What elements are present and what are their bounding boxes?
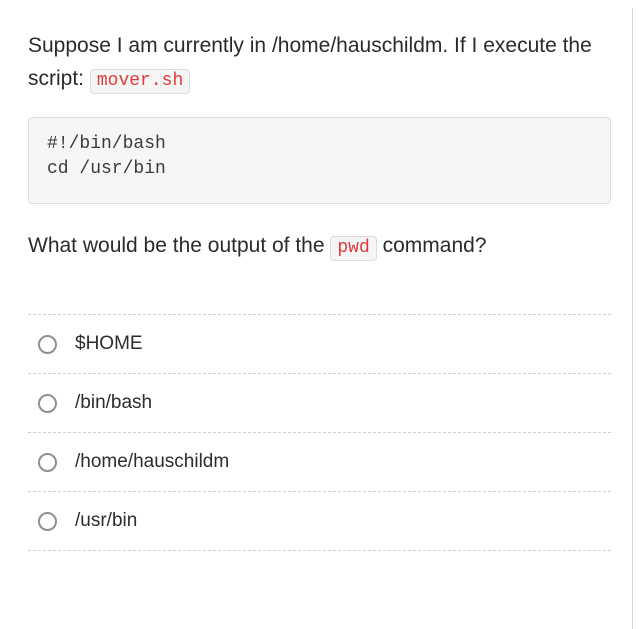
inline-command-code: pwd [330, 236, 376, 261]
options-list: $HOME /bin/bash /home/hauschildm /usr/bi… [28, 314, 611, 551]
radio-icon[interactable] [38, 335, 57, 354]
option-label: /usr/bin [75, 510, 137, 532]
prompt-part2b: command? [377, 234, 487, 257]
option-row[interactable]: /usr/bin [28, 491, 611, 551]
option-row[interactable]: $HOME [28, 314, 611, 373]
option-label: $HOME [75, 333, 143, 355]
option-label: /bin/bash [75, 392, 152, 414]
code-block: #!/bin/bash cd /usr/bin [28, 117, 611, 204]
option-row[interactable]: /home/hauschildm [28, 432, 611, 491]
option-label: /home/hauschildm [75, 451, 229, 473]
prompt-part2a: What would be the output of the [28, 234, 330, 257]
radio-icon[interactable] [38, 394, 57, 413]
right-border [632, 8, 633, 629]
radio-icon[interactable] [38, 512, 57, 531]
question-prompt-2: What would be the output of the pwd comm… [28, 230, 611, 262]
option-row[interactable]: /bin/bash [28, 373, 611, 432]
radio-icon[interactable] [38, 453, 57, 472]
question-prompt-1: Suppose I am currently in /home/hauschil… [28, 30, 611, 95]
script-name-code: mover.sh [90, 69, 190, 94]
